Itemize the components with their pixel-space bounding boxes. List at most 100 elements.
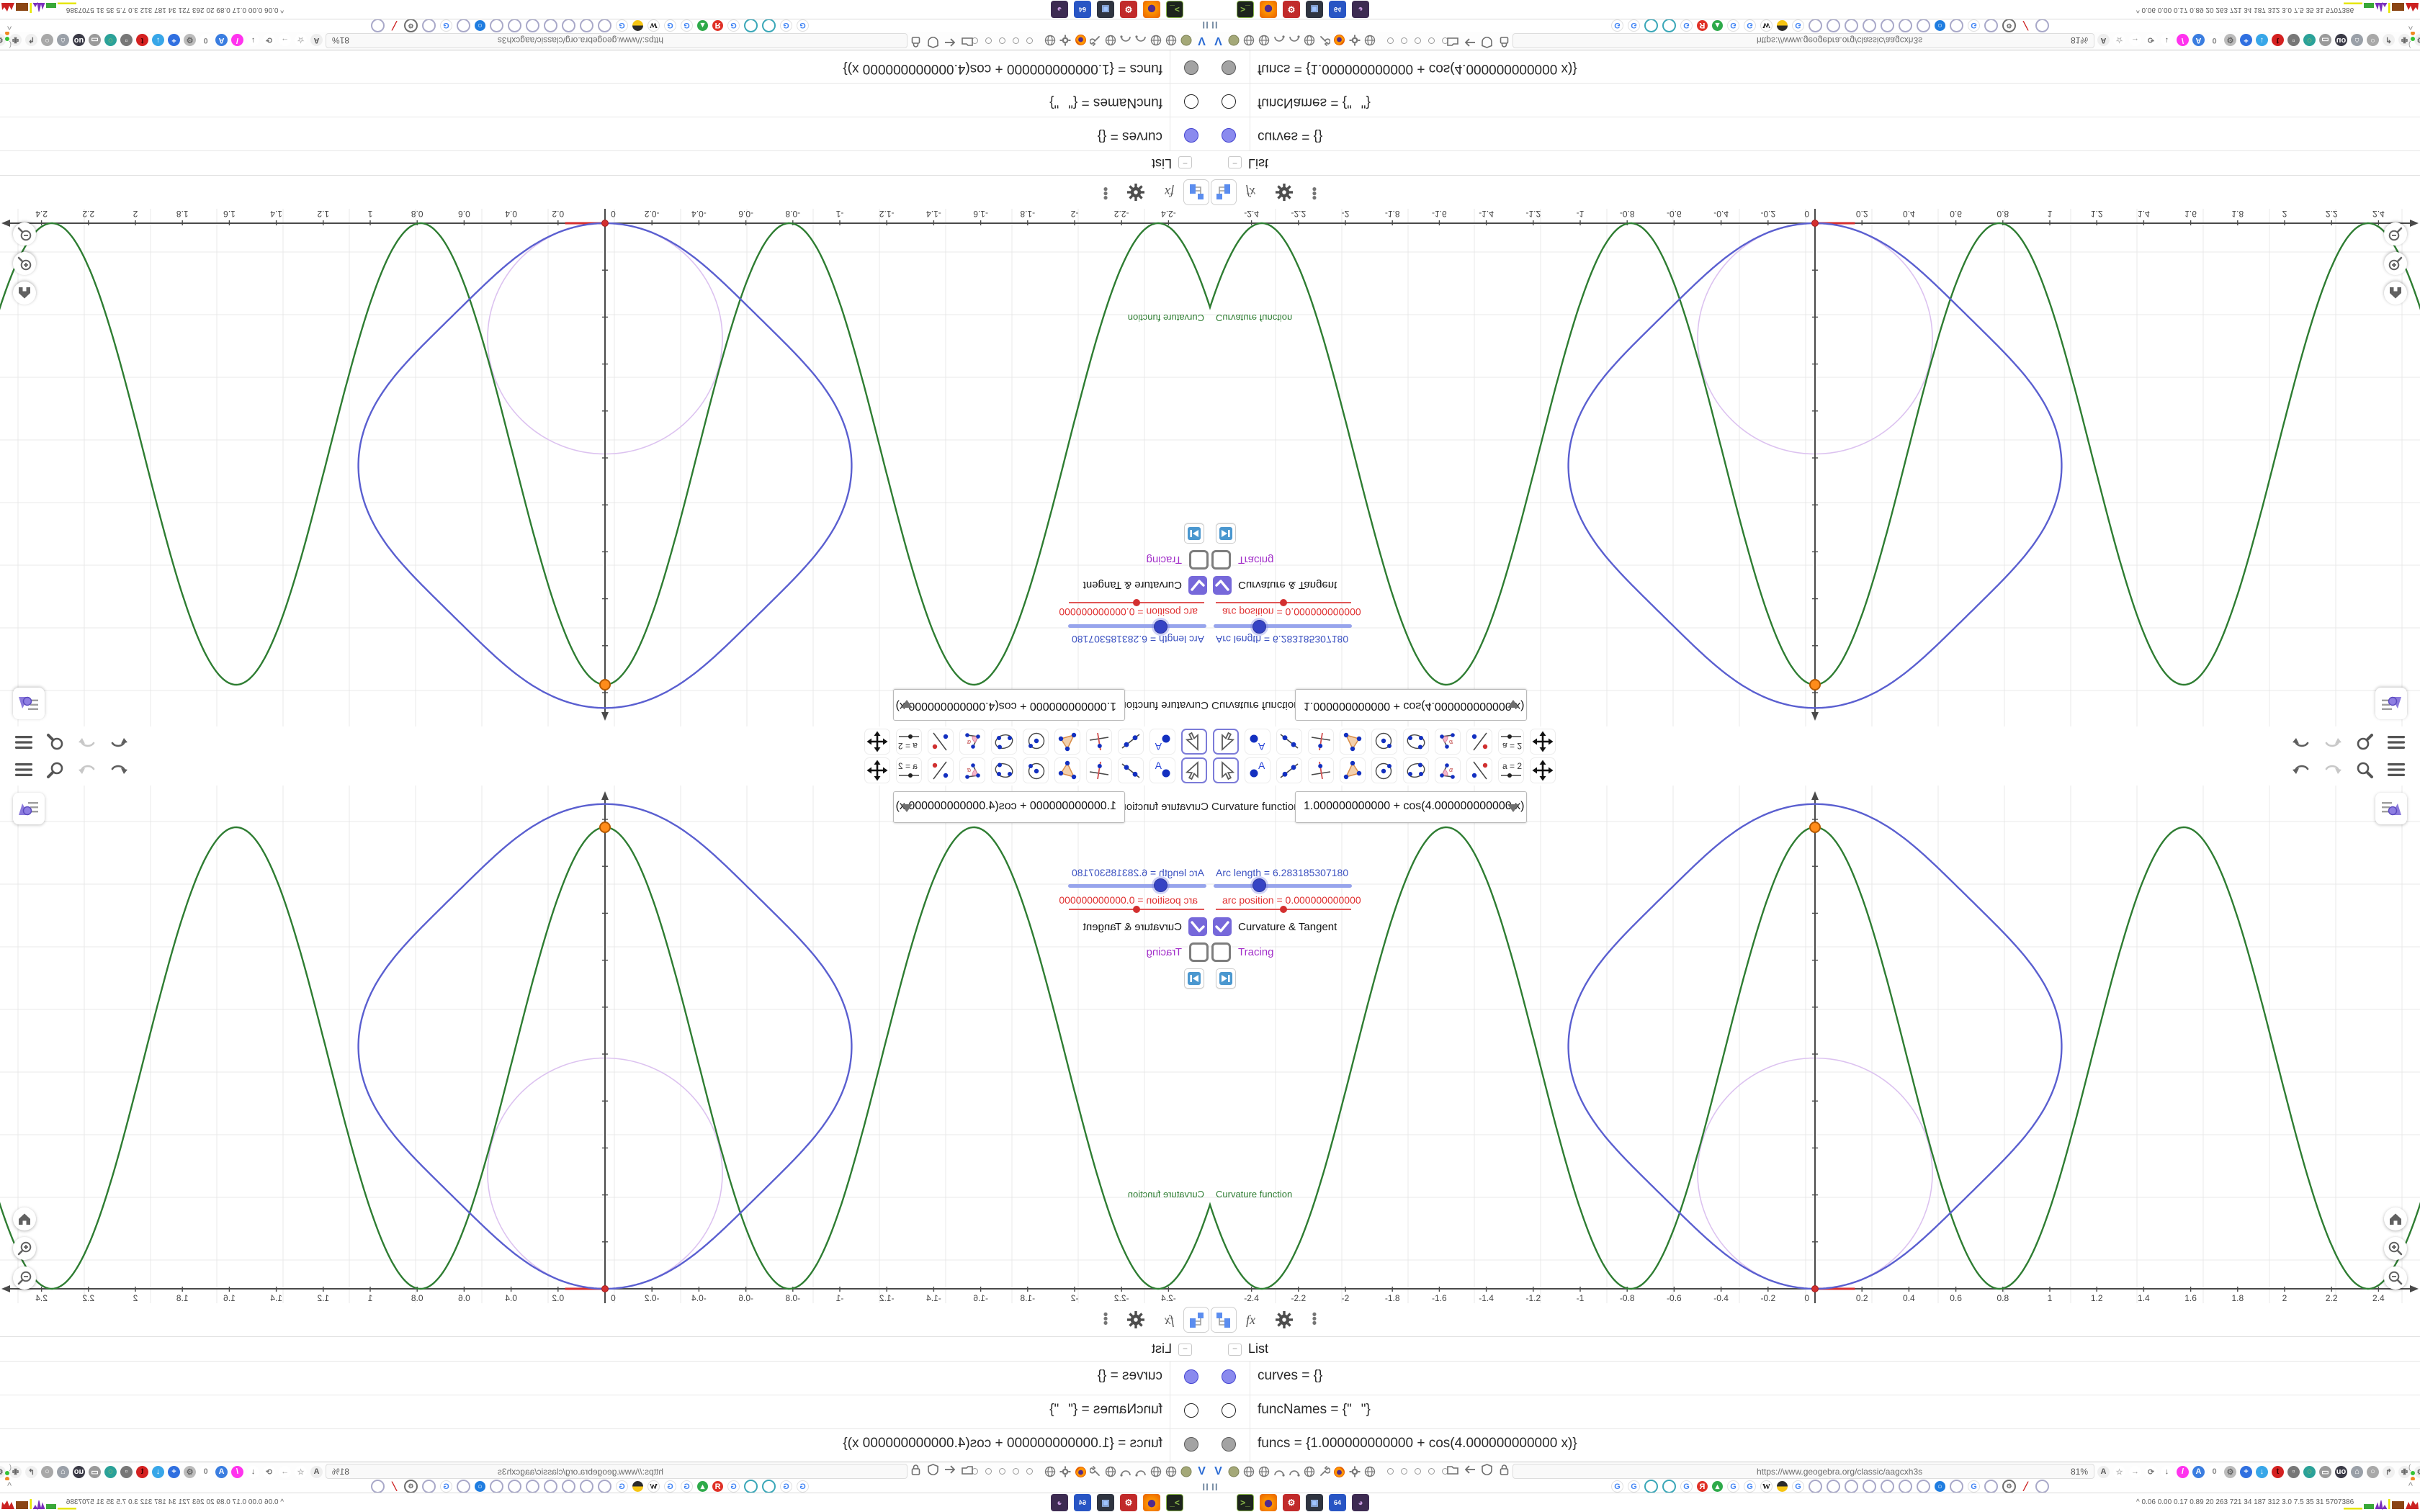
algebra-row[interactable]: funcs = {1.000000000000 + cos(4.00000000… [1210, 1428, 2420, 1462]
skip-next-button[interactable] [1184, 968, 1204, 989]
bookmark-favicon-blue-dot[interactable]: ○ [1935, 20, 1945, 31]
arc-length-slider[interactable] [1068, 884, 1206, 888]
bookmark-favicon-ring[interactable] [1863, 19, 1876, 32]
firefox-icon[interactable] [1075, 35, 1087, 47]
back-arrow-icon[interactable] [1464, 37, 1476, 49]
visibility-marble[interactable] [1222, 60, 1236, 75]
arrow-icon[interactable]: → [2129, 34, 2141, 47]
zoom-in-button[interactable] [2384, 1237, 2407, 1260]
angle-tool-icon[interactable]: α [959, 729, 985, 755]
bookmark-favicon-W[interactable]: W [647, 19, 660, 32]
algebra-row[interactable]: funcs = {1.000000000000 + cos(4.00000000… [0, 50, 1210, 84]
bookmark-favicon-ring[interactable] [580, 1480, 593, 1493]
move-graphics-tool-icon[interactable] [1530, 729, 1556, 755]
container-icon[interactable]: ▭ [2319, 34, 2331, 47]
back-arrow-icon[interactable] [944, 37, 956, 49]
line-tool-icon[interactable] [1276, 757, 1302, 783]
oval-icon[interactable]: 0 [200, 34, 212, 47]
bookmark-favicon-red-bolt[interactable]: ╱ [389, 20, 400, 31]
bookmark-favicon-W[interactable]: W [1760, 19, 1773, 32]
bookmark-favicon-G[interactable]: G [780, 19, 792, 32]
bookmark-favicon-half-yellow[interactable] [632, 1481, 643, 1492]
vivaldi-icon[interactable]: V [1212, 1465, 1224, 1478]
arrow-blue-icon[interactable]: ↓ [152, 34, 164, 47]
brush-icon[interactable]: / [2177, 1465, 2189, 1478]
globe-icon[interactable] [1303, 1466, 1315, 1478]
back-arrow-icon[interactable] [1464, 1463, 1476, 1475]
tracing-checkbox[interactable] [1189, 550, 1209, 570]
arc-position-slider-handle[interactable] [1133, 906, 1140, 913]
bookmark-favicon-ring[interactable] [1917, 19, 1930, 32]
bookmark-favicon-ring[interactable] [562, 19, 575, 32]
bookmark-favicon-G[interactable]: G [616, 1480, 628, 1493]
bookmark-favicon-ring[interactable] [1845, 1480, 1858, 1493]
bookmark-favicon-ring[interactable] [544, 19, 557, 32]
bookmark-favicon-ring[interactable] [508, 1480, 521, 1493]
bookmark-favicon-ring[interactable] [1827, 1480, 1840, 1493]
lock-icon[interactable] [1498, 37, 1510, 49]
monitor-icon[interactable]: ▣ [1097, 1, 1114, 18]
firefox-icon[interactable] [1260, 1494, 1277, 1511]
bookmark-favicon-ring-teal[interactable] [1662, 19, 1676, 32]
gear-icon[interactable] [1348, 1466, 1361, 1478]
arc-position-slider-handle[interactable] [1280, 906, 1287, 913]
bookmark-favicon-ring[interactable] [2035, 1480, 2049, 1493]
zoom-out-button[interactable] [13, 1266, 36, 1290]
address-bar[interactable]: https://www.geogebra.org/classic/aagcxh3… [1512, 33, 2094, 48]
tree-view-icon[interactable] [1183, 179, 1209, 205]
move-graphics-tool-icon[interactable] [864, 729, 890, 755]
bookmark-favicon-ring[interactable] [580, 19, 593, 32]
brush-icon[interactable]: / [231, 34, 243, 47]
kebab-icon[interactable]: • • • [1301, 1307, 1327, 1333]
arrow-icon[interactable]: → [279, 34, 291, 47]
bookmark-favicon-G[interactable]: G [1727, 19, 1739, 32]
red-circle-icon[interactable]: t [136, 34, 148, 47]
collapse-button[interactable]: − [1228, 156, 1242, 168]
arrow-icon[interactable]: → [279, 1465, 291, 1478]
algebra-row[interactable]: curves = {} [0, 117, 1210, 151]
red-gear-icon[interactable]: ⚙ [1283, 1, 1300, 18]
redo-icon[interactable] [2322, 732, 2344, 753]
globe-icon[interactable] [1303, 35, 1315, 47]
algebra-row[interactable]: funcs = {1.000000000000 + cos(4.00000000… [0, 1428, 1210, 1462]
angle-tool-icon[interactable]: α [959, 757, 985, 783]
globe-icon[interactable] [1044, 35, 1057, 47]
globe-gray-icon[interactable]: ○ [41, 1465, 53, 1478]
globe-icon[interactable] [1258, 35, 1270, 47]
bookmark-favicon-ring[interactable] [562, 1480, 575, 1493]
point-tool-icon[interactable]: A [1150, 757, 1175, 783]
skip-next-button[interactable] [1216, 968, 1236, 989]
bookmark-favicon-ring-teal[interactable] [744, 1480, 758, 1493]
brush-icon[interactable]: / [231, 1465, 243, 1478]
home-button[interactable] [2384, 1207, 2407, 1230]
terminal-icon[interactable]: >_ [1237, 1494, 1254, 1511]
bookmark-favicon-ring[interactable] [1899, 19, 1912, 32]
bookmark-favicon-G[interactable]: G [664, 19, 676, 32]
shield-gray-icon[interactable]: ⌂ [57, 34, 69, 47]
perpendicular-tool-icon[interactable] [1308, 729, 1334, 755]
slider-tool-icon[interactable]: a = 2 [896, 757, 922, 783]
search-icon[interactable] [2354, 732, 2375, 753]
translate-blue-icon[interactable]: A [215, 1465, 228, 1478]
angle-tool-icon[interactable]: α [1435, 757, 1461, 783]
purple-mask-icon[interactable]: ◕ [1352, 1494, 1369, 1511]
reload-icon[interactable]: ⟳ [2145, 34, 2157, 47]
globe-gray-icon[interactable]: ○ [2367, 1465, 2379, 1478]
terminal-icon[interactable]: >_ [1166, 1494, 1183, 1511]
menu-icon[interactable] [13, 759, 35, 780]
visibility-marble[interactable] [1222, 1369, 1236, 1384]
download-icon[interactable]: ↓ [247, 34, 259, 47]
floppy64-icon[interactable]: 64 [1074, 1494, 1091, 1511]
bookmark-favicon-ring-teal[interactable] [744, 19, 758, 32]
purple-mask-icon[interactable]: ◕ [1051, 1, 1068, 18]
bookmark-favicon-Y[interactable]: Я [1697, 1481, 1708, 1492]
menu-icon[interactable] [13, 732, 35, 753]
line-tool-icon[interactable] [1118, 729, 1144, 755]
download-icon[interactable]: ↓ [2161, 34, 2173, 47]
globe-icon[interactable] [1044, 1466, 1057, 1478]
firefox-icon[interactable] [1143, 1494, 1160, 1511]
shield-gray-icon[interactable]: ⌂ [57, 1465, 69, 1478]
globe-color-icon[interactable]: ◌ [104, 1465, 117, 1478]
purple-mask-icon[interactable]: ◕ [1051, 1494, 1068, 1511]
zoom-out-button[interactable] [2384, 1266, 2407, 1290]
